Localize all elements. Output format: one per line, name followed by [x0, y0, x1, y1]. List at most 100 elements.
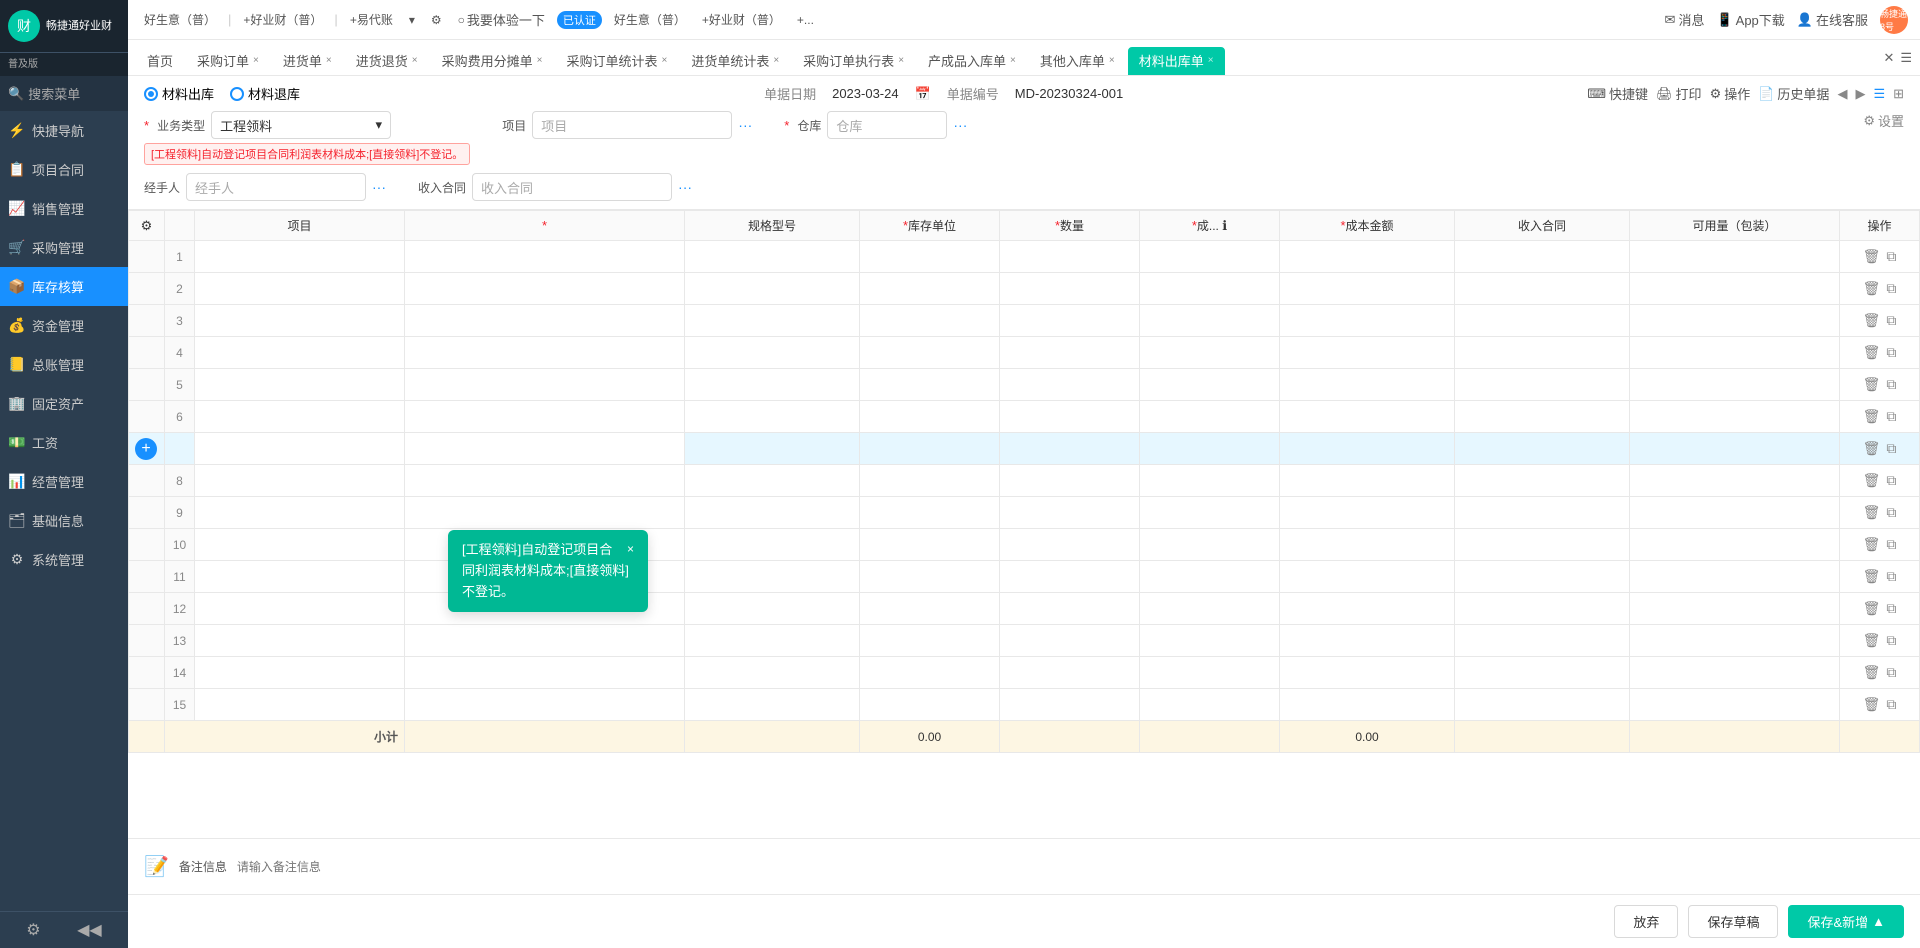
copy-row-icon[interactable]: ⧉ — [1886, 440, 1896, 457]
copy-row-icon[interactable]: ⧉ — [1886, 664, 1896, 681]
copy-row-icon[interactable]: ⧉ — [1886, 472, 1896, 489]
delete-row-icon[interactable]: 🗑 — [1863, 312, 1881, 329]
topnav-more[interactable]: +... — [793, 13, 818, 27]
delete-row-icon[interactable]: 🗑 — [1863, 632, 1881, 649]
handler-more-btn[interactable]: ··· — [372, 179, 386, 195]
warehouse-input[interactable]: 仓库 — [827, 111, 947, 139]
sidebar-item-system[interactable]: ⚙ 系统管理 — [0, 540, 128, 579]
calendar-icon[interactable]: 📅 — [915, 86, 931, 102]
tab-purchase-order[interactable]: 采购订单 × — [186, 47, 270, 75]
tab-close-all-icon[interactable]: ✕ — [1883, 50, 1894, 66]
tab-goods-stats[interactable]: 进货单统计表 × — [680, 47, 790, 75]
cost-info-icon[interactable]: ℹ — [1222, 218, 1227, 233]
tab-home[interactable]: 首页 — [136, 47, 184, 75]
tab-close-purchase-order[interactable]: × — [253, 55, 259, 66]
sidebar-item-inventory[interactable]: 📦 库存核算 — [0, 267, 128, 306]
project-more-btn[interactable]: ··· — [738, 117, 752, 133]
sidebar-item-sales[interactable]: 📈 销售管理 — [0, 189, 128, 228]
copy-row-icon[interactable]: ⧉ — [1886, 408, 1896, 425]
sidebar-item-project[interactable]: 📋 项目合同 — [0, 150, 128, 189]
history-docs-btn[interactable]: 📄 历史单据 — [1758, 84, 1829, 103]
topnav-good-finance[interactable]: +好业财（普） — [239, 11, 326, 28]
table-settings-btn[interactable]: ⚙ 设置 — [1863, 111, 1904, 130]
tab-close-other-receipt[interactable]: × — [1109, 55, 1115, 66]
tab-po-execution[interactable]: 采购订单执行表 × — [792, 47, 915, 75]
tab-goods-return[interactable]: 进货退货 × — [345, 47, 429, 75]
tab-close-goods-return[interactable]: × — [412, 55, 418, 66]
delete-row-icon[interactable]: 🗑 — [1863, 248, 1881, 265]
tab-close-goods-stats[interactable]: × — [773, 55, 779, 66]
tab-close-finished-goods[interactable]: × — [1010, 55, 1016, 66]
tab-close-goods-receipt[interactable]: × — [326, 55, 332, 66]
topnav-finance2[interactable]: +好业财（普） — [698, 11, 785, 28]
nav-prev-icon[interactable]: ◀ — [1837, 86, 1847, 102]
notes-input[interactable] — [237, 860, 1904, 874]
copy-row-icon[interactable]: ⧉ — [1886, 696, 1896, 713]
settings-footer-icon[interactable]: ⚙ — [26, 920, 40, 940]
delete-row-icon[interactable]: 🗑 — [1863, 568, 1881, 585]
discard-button[interactable]: 放弃 — [1614, 905, 1678, 938]
copy-row-icon[interactable]: ⧉ — [1886, 376, 1896, 393]
handler-input[interactable]: 经手人 — [186, 173, 366, 201]
radio-material-return[interactable]: 材料退库 — [230, 84, 300, 103]
tab-finished-goods[interactable]: 产成品入库单 × — [917, 47, 1027, 75]
topnav-app-download-btn[interactable]: 📱 App下载 — [1716, 10, 1784, 29]
tab-close-purchase-expense[interactable]: × — [537, 55, 543, 66]
sidebar-item-salary[interactable]: 💵 工资 — [0, 423, 128, 462]
delete-row-icon[interactable]: 🗑 — [1863, 504, 1881, 521]
delete-row-icon[interactable]: 🗑 — [1863, 280, 1881, 297]
delete-row-icon[interactable]: 🗑 — [1863, 344, 1881, 361]
copy-row-icon[interactable]: ⧉ — [1886, 248, 1896, 265]
business-type-input[interactable]: 工程领料 ▾ — [211, 111, 391, 139]
project-input[interactable]: 项目 — [532, 111, 732, 139]
print-btn[interactable]: 🖨 打印 — [1656, 84, 1702, 103]
delete-row-icon[interactable]: 🗑 — [1863, 664, 1881, 681]
topnav-business2[interactable]: 好生意（普） — [610, 11, 690, 28]
tab-purchase-expense[interactable]: 采购费用分摊单 × — [431, 47, 554, 75]
tab-material-issue[interactable]: 材料出库单 × — [1128, 47, 1225, 75]
sidebar-item-finance[interactable]: 💰 资金管理 — [0, 306, 128, 345]
radio-material-issue[interactable]: 材料出库 — [144, 84, 214, 103]
user-avatar[interactable]: 畅捷通8号 — [1880, 6, 1908, 34]
copy-row-icon[interactable]: ⧉ — [1886, 536, 1896, 553]
save-new-dropdown-icon[interactable]: ▲ — [1872, 914, 1885, 929]
delete-row-icon[interactable]: 🗑 — [1863, 440, 1881, 457]
copy-row-icon[interactable]: ⧉ — [1886, 632, 1896, 649]
add-row-btn[interactable]: + — [135, 438, 157, 460]
nav-next-icon[interactable]: ▶ — [1855, 86, 1865, 102]
collapse-sidebar-icon[interactable]: ◀◀ — [77, 920, 102, 940]
warehouse-more-btn[interactable]: ··· — [953, 117, 967, 133]
tab-list-icon[interactable]: ☰ — [1900, 50, 1912, 66]
sidebar-item-operation[interactable]: 📊 经营管理 — [0, 462, 128, 501]
copy-row-icon[interactable]: ⧉ — [1886, 568, 1896, 585]
tab-close-po-execution[interactable]: × — [898, 55, 904, 66]
tab-close-purchase-stats[interactable]: × — [661, 55, 667, 66]
delete-row-icon[interactable]: 🗑 — [1863, 408, 1881, 425]
delete-row-icon[interactable]: 🗑 — [1863, 696, 1881, 713]
copy-row-icon[interactable]: ⧉ — [1886, 280, 1896, 297]
topnav-message-btn[interactable]: ✉ 消息 — [1665, 10, 1705, 29]
sidebar-item-assets[interactable]: 🏢 固定资产 — [0, 384, 128, 423]
tab-close-material-issue[interactable]: × — [1208, 55, 1214, 66]
copy-row-icon[interactable]: ⧉ — [1886, 600, 1896, 617]
save-draft-button[interactable]: 保存草稿 — [1688, 905, 1778, 938]
sidebar-item-shortcut[interactable]: ⚡ 快捷导航 — [0, 111, 128, 150]
tab-other-receipt[interactable]: 其他入库单 × — [1029, 47, 1126, 75]
copy-row-icon[interactable]: ⧉ — [1886, 344, 1896, 361]
copy-row-icon[interactable]: ⧉ — [1886, 312, 1896, 329]
tab-goods-receipt[interactable]: 进货单 × — [272, 47, 343, 75]
col-settings[interactable]: ⚙ — [129, 211, 165, 241]
view-list-icon[interactable]: ☰ — [1873, 86, 1885, 102]
sidebar-search[interactable]: 🔍 搜索菜单 — [0, 76, 128, 111]
operations-btn[interactable]: ⚙ 操作 — [1710, 84, 1751, 103]
topnav-dropdown-arrow[interactable]: ▾ — [405, 13, 419, 27]
topnav-settings-icon[interactable]: ⚙ — [427, 13, 446, 27]
topnav-service-btn[interactable]: 👤 在线客服 — [1797, 10, 1868, 29]
delete-row-icon[interactable]: 🗑 — [1863, 472, 1881, 489]
copy-row-icon[interactable]: ⧉ — [1886, 504, 1896, 521]
view-grid-icon[interactable]: ⊞ — [1893, 86, 1904, 102]
tooltip-close-btn[interactable]: × — [627, 540, 634, 559]
income-contract-more-btn[interactable]: ··· — [678, 179, 692, 195]
delete-row-icon[interactable]: 🗑 — [1863, 536, 1881, 553]
delete-row-icon[interactable]: 🗑 — [1863, 600, 1881, 617]
